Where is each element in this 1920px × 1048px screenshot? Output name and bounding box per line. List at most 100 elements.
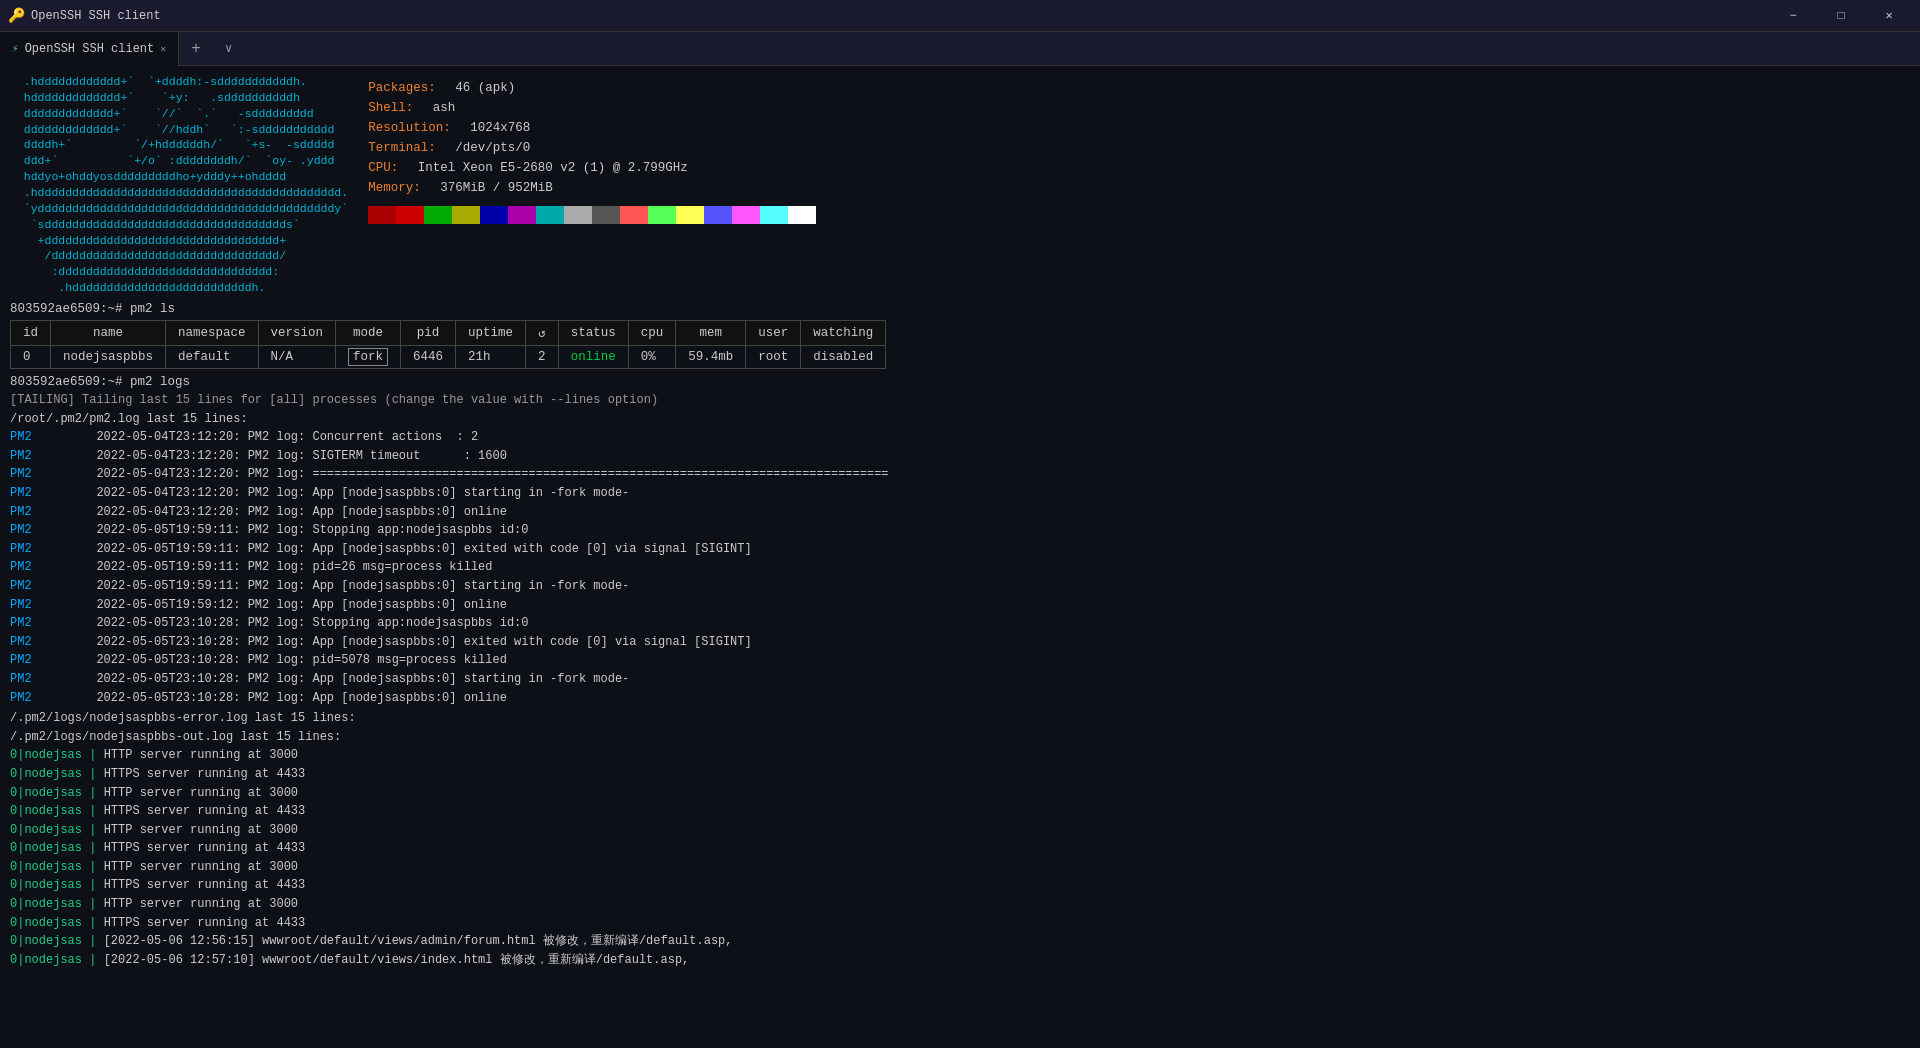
color-swatch — [704, 206, 732, 224]
title-bar: 🔑 OpenSSH SSH client − □ ✕ — [0, 0, 1920, 32]
color-swatch — [788, 206, 816, 224]
out-log-line: 0|nodejsas | HTTP server running at 3000 — [10, 821, 1910, 840]
log-line: PM2 2022-05-05T19:59:11: PM2 log: App [n… — [10, 540, 1910, 559]
col-user: user — [746, 321, 801, 346]
col-id: id — [11, 321, 51, 346]
terminal-val: /dev/pts/0 — [455, 138, 530, 158]
color-swatch — [480, 206, 508, 224]
color-swatch — [368, 206, 396, 224]
log-line: PM2 2022-05-04T23:12:20: PM2 log: ======… — [10, 465, 1910, 484]
col-namespace: namespace — [166, 321, 259, 346]
tailing-info: [TAILING] Tailing last 15 lines for [all… — [10, 391, 1910, 428]
cell-version: N/A — [258, 346, 336, 369]
cell-status: online — [558, 346, 628, 369]
cell-namespace: default — [166, 346, 259, 369]
new-tab-button[interactable]: + — [179, 32, 213, 66]
log-line: PM2 2022-05-05T23:10:28: PM2 log: Stoppi… — [10, 614, 1910, 633]
out-log-line: 0|nodejsas | [2022-05-06 12:56:15] wwwro… — [10, 932, 1910, 951]
cell-mem: 59.4mb — [676, 346, 746, 369]
sys-info: Packages: 46 (apk) Shell: ash Resolution… — [368, 74, 816, 296]
cell-watching: disabled — [801, 346, 886, 369]
log-line: PM2 2022-05-05T23:10:28: PM2 log: App [n… — [10, 633, 1910, 652]
shell-val: ash — [433, 98, 456, 118]
packages-val: 46 (apk) — [455, 78, 515, 98]
prompt-text-1: 803592ae6509:~# pm2 ls — [10, 302, 175, 316]
resolution-val: 1024x768 — [470, 118, 530, 138]
log-line: PM2 2022-05-05T23:10:28: PM2 log: pid=50… — [10, 651, 1910, 670]
minimize-button[interactable]: − — [1770, 0, 1816, 32]
maximize-button[interactable]: □ — [1818, 0, 1864, 32]
color-swatch — [396, 206, 424, 224]
color-swatch — [592, 206, 620, 224]
cell-mode: fork — [336, 346, 401, 369]
memory-key: Memory: — [368, 178, 421, 198]
resolution-key: Resolution: — [368, 118, 451, 138]
neofetch-section: .hdddddddddddd+` `+ddddh:-sdddddddddddh.… — [10, 74, 1910, 296]
out-log-line: 0|nodejsas | HTTPS server running at 443… — [10, 839, 1910, 858]
cell-pid: 6446 — [401, 346, 456, 369]
col-version: version — [258, 321, 336, 346]
tab-bar: ⚡ OpenSSH SSH client ✕ + ∨ — [0, 32, 1920, 66]
color-swatch — [620, 206, 648, 224]
log-line: PM2 2022-05-04T23:12:20: PM2 log: App [n… — [10, 503, 1910, 522]
cell-restart: 2 — [526, 346, 559, 369]
out-log-line: 0|nodejsas | HTTP server running at 3000 — [10, 746, 1910, 765]
window-title: OpenSSH SSH client — [31, 9, 1770, 23]
col-status: status — [558, 321, 628, 346]
out-log-line: 0|nodejsas | HTTPS server running at 443… — [10, 876, 1910, 895]
col-pid: pid — [401, 321, 456, 346]
out-log-line: 0|nodejsas | [2022-05-06 12:57:10] wwwro… — [10, 951, 1910, 970]
ascii-art: .hdddddddddddd+` `+ddddh:-sdddddddddddh.… — [10, 74, 348, 296]
cell-cpu: 0% — [628, 346, 676, 369]
color-swatch — [732, 206, 760, 224]
col-watching: watching — [801, 321, 886, 346]
cpu-val: Intel Xeon E5-2680 v2 (1) @ 2.799GHz — [418, 158, 688, 178]
col-cpu: cpu — [628, 321, 676, 346]
col-mode: mode — [336, 321, 401, 346]
color-swatch — [508, 206, 536, 224]
cell-name: nodejsaspbbs — [51, 346, 166, 369]
dropdown-button[interactable]: ∨ — [213, 32, 244, 66]
close-button[interactable]: ✕ — [1866, 0, 1912, 32]
log-line: PM2 2022-05-04T23:12:20: PM2 log: App [n… — [10, 484, 1910, 503]
out-log-line: 0|nodejsas | HTTP server running at 3000 — [10, 895, 1910, 914]
out-log-line: 0|nodejsas | HTTPS server running at 443… — [10, 914, 1910, 933]
pm2-log-path: /root/.pm2/pm2.log last 15 lines: — [10, 410, 1910, 429]
col-mem: mem — [676, 321, 746, 346]
pm2-log-lines: PM2 2022-05-04T23:12:20: PM2 log: Concur… — [10, 428, 1910, 707]
log-line: PM2 2022-05-05T19:59:11: PM2 log: App [n… — [10, 577, 1910, 596]
color-swatch — [648, 206, 676, 224]
terminal-area[interactable]: .hdddddddddddd+` `+ddddh:-sdddddddddddh.… — [0, 66, 1920, 1048]
color-swatch — [564, 206, 592, 224]
prompt-pm2-logs: 803592ae6509:~# pm2 logs — [10, 375, 1910, 389]
color-swatch — [536, 206, 564, 224]
shell-key: Shell: — [368, 98, 413, 118]
out-log-line: 0|nodejsas | HTTPS server running at 443… — [10, 802, 1910, 821]
log-line: PM2 2022-05-04T23:12:20: PM2 log: SIGTER… — [10, 447, 1910, 466]
tailing-line-1: [TAILING] Tailing last 15 lines for [all… — [10, 391, 1910, 410]
col-name: name — [51, 321, 166, 346]
window-controls: − □ ✕ — [1770, 0, 1912, 32]
table-row: 0nodejsaspbbsdefaultN/Afork644621h2onlin… — [11, 346, 886, 369]
tab-icon: ⚡ — [12, 42, 19, 55]
tab-ssh[interactable]: ⚡ OpenSSH SSH client ✕ — [0, 32, 179, 66]
out-log-path: /.pm2/logs/nodejsaspbbs-out.log last 15 … — [10, 728, 1910, 747]
out-log-line: 0|nodejsas | HTTP server running at 3000 — [10, 784, 1910, 803]
log-line: PM2 2022-05-05T19:59:12: PM2 log: App [n… — [10, 596, 1910, 615]
color-palette — [368, 206, 816, 224]
tab-label: OpenSSH SSH client — [25, 42, 155, 56]
color-swatch — [760, 206, 788, 224]
col-restart: ↺ — [526, 321, 559, 346]
color-swatch — [452, 206, 480, 224]
cell-uptime: 21h — [456, 346, 526, 369]
log-line: PM2 2022-05-05T19:59:11: PM2 log: pid=26… — [10, 558, 1910, 577]
color-swatch — [676, 206, 704, 224]
prompt-text-2: 803592ae6509:~# pm2 logs — [10, 375, 190, 389]
log-line: PM2 2022-05-04T23:12:20: PM2 log: Concur… — [10, 428, 1910, 447]
color-swatch — [424, 206, 452, 224]
cpu-key: CPU: — [368, 158, 398, 178]
terminal-key: Terminal: — [368, 138, 436, 158]
out-log-line: 0|nodejsas | HTTP server running at 3000 — [10, 858, 1910, 877]
tab-close-icon[interactable]: ✕ — [160, 43, 166, 55]
packages-key: Packages: — [368, 78, 436, 98]
